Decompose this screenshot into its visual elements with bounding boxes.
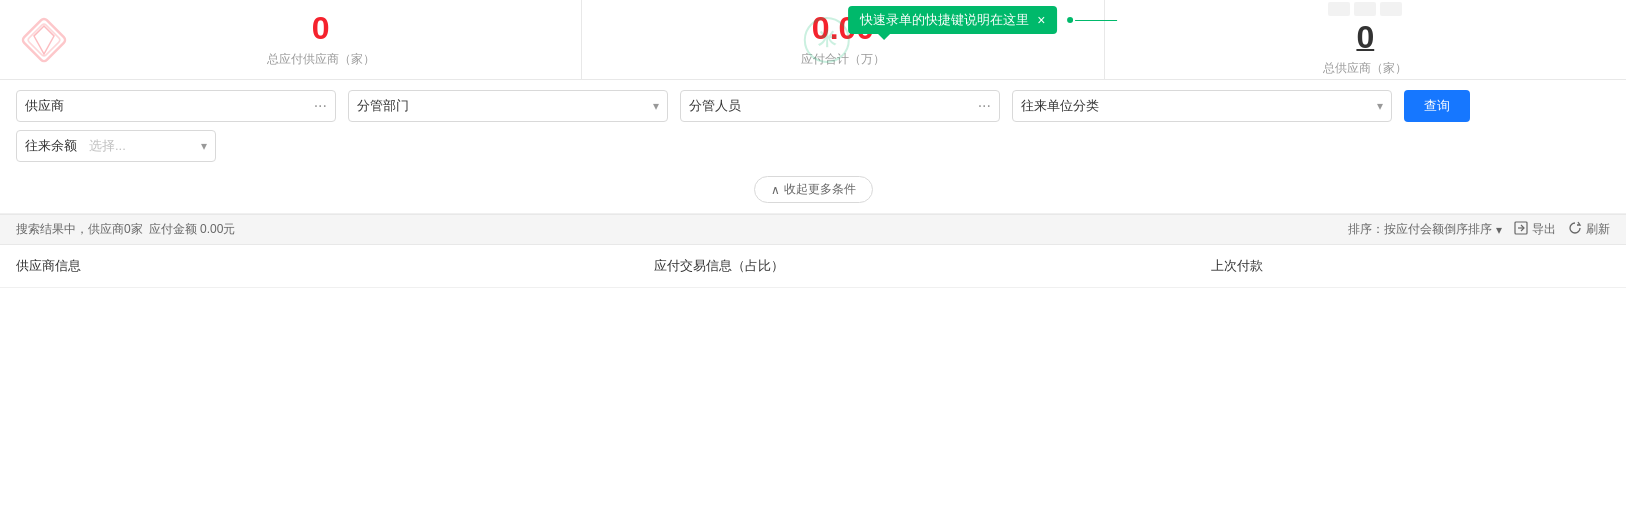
payable-amount-text: 应付金额 0.00元 bbox=[149, 221, 236, 238]
balance-chevron-icon[interactable]: ▾ bbox=[201, 139, 207, 153]
stat-total-payable-suppliers: 0 总应付供应商（家） bbox=[0, 0, 582, 79]
icon-bar-2 bbox=[1354, 2, 1376, 16]
filter-bar: 供应商 ··· 分管部门 ▾ 分管人员 ··· 往来单位分类 ▾ 查询 往来余额 bbox=[0, 80, 1626, 214]
filter-row-1: 供应商 ··· 分管部门 ▾ 分管人员 ··· 往来单位分类 ▾ 查询 bbox=[16, 90, 1610, 122]
collapse-label: 收起更多条件 bbox=[784, 181, 856, 198]
manager-dots-icon[interactable]: ··· bbox=[978, 97, 991, 115]
collapse-button[interactable]: ∧ 收起更多条件 bbox=[754, 176, 873, 203]
right-icon-group bbox=[1328, 2, 1402, 16]
col-header-supplier: 供应商信息 bbox=[16, 257, 654, 275]
stat-number-payable-suppliers: 0 bbox=[312, 11, 330, 46]
stats-bar: 0 总应付供应商（家） 米 0.00 应付合计（万） 快速录单的快捷键说明在这里… bbox=[0, 0, 1626, 80]
result-bar: 搜索结果中，供应商0家 应付金额 0.00元 排序：按应付会额倒序排序 ▾ 导出… bbox=[0, 214, 1626, 245]
sort-chevron-icon: ▾ bbox=[1496, 223, 1502, 237]
stat-total-suppliers: 0 总供应商（家） bbox=[1105, 0, 1626, 79]
unit-category-label: 往来单位分类 bbox=[1021, 97, 1099, 115]
table-body bbox=[0, 288, 1626, 508]
unit-category-input[interactable] bbox=[1105, 99, 1377, 114]
department-label: 分管部门 bbox=[357, 97, 409, 115]
supplier-dots-icon[interactable]: ··· bbox=[314, 97, 327, 115]
manager-input[interactable] bbox=[747, 99, 978, 114]
refresh-label: 刷新 bbox=[1586, 221, 1610, 238]
data-table: 供应商信息 应付交易信息（占比） 上次付款 bbox=[0, 245, 1626, 508]
supplier-input[interactable] bbox=[70, 99, 314, 114]
supplier-label: 供应商 bbox=[25, 97, 64, 115]
unit-category-chevron-icon[interactable]: ▾ bbox=[1377, 99, 1383, 113]
export-label: 导出 bbox=[1532, 221, 1556, 238]
collapse-chevron-icon: ∧ bbox=[771, 183, 780, 197]
diamond-logo-icon bbox=[18, 14, 70, 66]
tooltip-close-button[interactable]: × bbox=[1037, 13, 1045, 27]
sort-dropdown[interactable]: 排序：按应付会额倒序排序 ▾ bbox=[1348, 221, 1502, 238]
filter-row-2: 往来余额 选择... ▾ bbox=[16, 130, 1610, 162]
refresh-button[interactable]: 刷新 bbox=[1568, 221, 1610, 238]
mint-coin-icon: 米 bbox=[800, 13, 854, 67]
manager-filter[interactable]: 分管人员 ··· bbox=[680, 90, 1000, 122]
col-header-transaction: 应付交易信息（占比） bbox=[654, 257, 1212, 275]
balance-placeholder: 选择... bbox=[89, 137, 201, 155]
stat-label-total-suppliers: 总供应商（家） bbox=[1323, 60, 1407, 77]
sort-label: 排序：按应付会额倒序排序 bbox=[1348, 221, 1492, 238]
result-actions: 排序：按应付会额倒序排序 ▾ 导出 刷新 bbox=[1348, 221, 1610, 238]
tooltip-dot bbox=[1065, 15, 1075, 25]
stat-label-payable-suppliers: 总应付供应商（家） bbox=[267, 51, 375, 68]
export-icon bbox=[1514, 221, 1528, 238]
icon-bar-1 bbox=[1328, 2, 1350, 16]
table-header: 供应商信息 应付交易信息（占比） 上次付款 bbox=[0, 245, 1626, 288]
result-info: 搜索结果中，供应商0家 应付金额 0.00元 bbox=[16, 221, 235, 238]
stat-number-total-suppliers: 0 bbox=[1356, 20, 1374, 55]
collapse-bar: ∧ 收起更多条件 bbox=[16, 170, 1610, 213]
manager-label: 分管人员 bbox=[689, 97, 741, 115]
svg-text:米: 米 bbox=[817, 29, 837, 49]
unit-category-filter[interactable]: 往来单位分类 ▾ bbox=[1012, 90, 1392, 122]
stat-payable-total: 米 0.00 应付合计（万） 快速录单的快捷键说明在这里 × bbox=[582, 0, 1104, 79]
icon-bar-3 bbox=[1380, 2, 1402, 16]
supplier-filter[interactable]: 供应商 ··· bbox=[16, 90, 336, 122]
query-button[interactable]: 查询 bbox=[1404, 90, 1470, 122]
department-chevron-icon[interactable]: ▾ bbox=[653, 99, 659, 113]
shortcut-tooltip: 快速录单的快捷键说明在这里 × bbox=[848, 6, 1057, 34]
tooltip-line bbox=[1075, 20, 1117, 21]
balance-filter[interactable]: 往来余额 选择... ▾ bbox=[16, 130, 216, 162]
department-filter[interactable]: 分管部门 ▾ bbox=[348, 90, 668, 122]
balance-label: 往来余额 bbox=[25, 137, 77, 155]
search-result-text: 搜索结果中，供应商0家 bbox=[16, 221, 143, 238]
department-input[interactable] bbox=[415, 99, 653, 114]
tooltip-text: 快速录单的快捷键说明在这里 bbox=[860, 11, 1029, 29]
col-header-lastpay: 上次付款 bbox=[1211, 257, 1610, 275]
export-button[interactable]: 导出 bbox=[1514, 221, 1556, 238]
refresh-icon bbox=[1568, 221, 1582, 238]
